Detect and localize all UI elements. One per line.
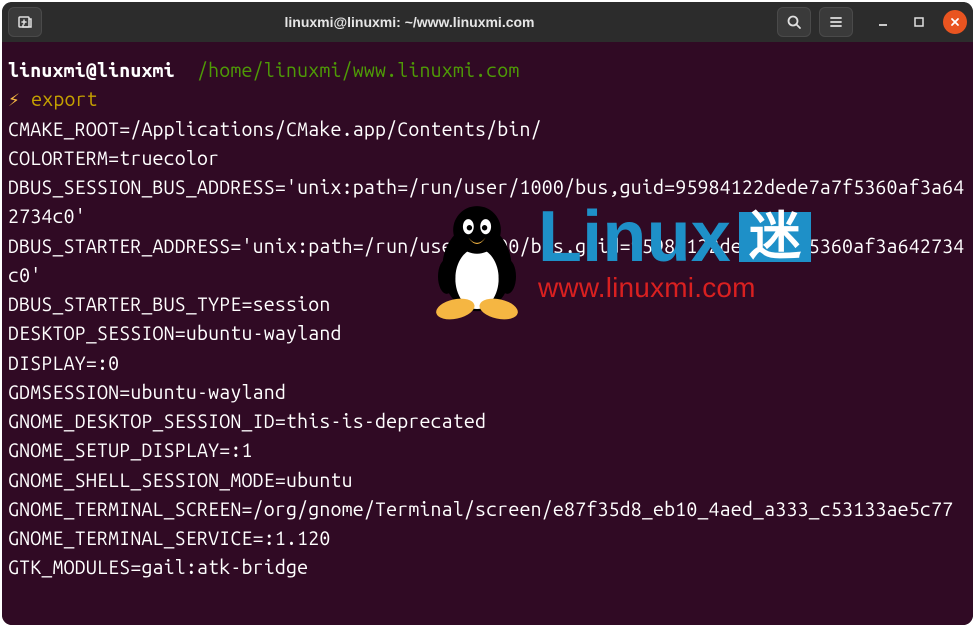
prompt-user-host: linuxmi@linuxmi xyxy=(8,59,175,81)
terminal-content[interactable]: linuxmi@linuxmi /home/linuxmi/www.linuxm… xyxy=(2,42,973,625)
output-line: GDMSESSION=ubuntu-wayland xyxy=(8,381,286,403)
output-line: DISPLAY=:0 xyxy=(8,352,119,374)
prompt-path: /home/linuxmi/www.linuxmi.com xyxy=(197,59,519,81)
output-line: DBUS_STARTER_ADDRESS='unix:path=/run/use… xyxy=(8,235,964,286)
output-line: GNOME_SETUP_DISPLAY=:1 xyxy=(8,439,253,461)
close-button[interactable] xyxy=(943,10,967,34)
output-line: GNOME_SHELL_SESSION_MODE=ubuntu xyxy=(8,469,353,491)
output-line: COLORTERM=truecolor xyxy=(8,147,219,169)
output-line: GNOME_TERMINAL_SCREEN=/org/gnome/Termina… xyxy=(8,498,953,520)
prompt-symbol: ⚡ xyxy=(8,88,20,110)
menu-button[interactable] xyxy=(819,7,853,37)
minimize-button[interactable] xyxy=(871,10,895,34)
output-line: GNOME_TERMINAL_SERVICE=:1.120 xyxy=(8,527,330,549)
output-line: DBUS_SESSION_BUS_ADDRESS='unix:path=/run… xyxy=(8,176,964,227)
maximize-button[interactable] xyxy=(907,10,931,34)
output-line: CMAKE_ROOT=/Applications/CMake.app/Conte… xyxy=(8,118,542,140)
output-line: DBUS_STARTER_BUS_TYPE=session xyxy=(8,293,330,315)
output-line: GTK_MODULES=gail:atk-bridge xyxy=(8,556,308,578)
search-button[interactable] xyxy=(777,7,811,37)
command-text: export xyxy=(31,88,98,110)
terminal-output: linuxmi@linuxmi /home/linuxmi/www.linuxm… xyxy=(8,56,967,583)
new-tab-button[interactable] xyxy=(8,7,42,37)
output-line: DESKTOP_SESSION=ubuntu-wayland xyxy=(8,322,342,344)
terminal-window: linuxmi@linuxmi: ~/www.linuxmi.com xyxy=(2,2,973,625)
titlebar: linuxmi@linuxmi: ~/www.linuxmi.com xyxy=(2,2,973,42)
window-title: linuxmi@linuxmi: ~/www.linuxmi.com xyxy=(50,14,769,30)
output-line: GNOME_DESKTOP_SESSION_ID=this-is-depreca… xyxy=(8,410,486,432)
